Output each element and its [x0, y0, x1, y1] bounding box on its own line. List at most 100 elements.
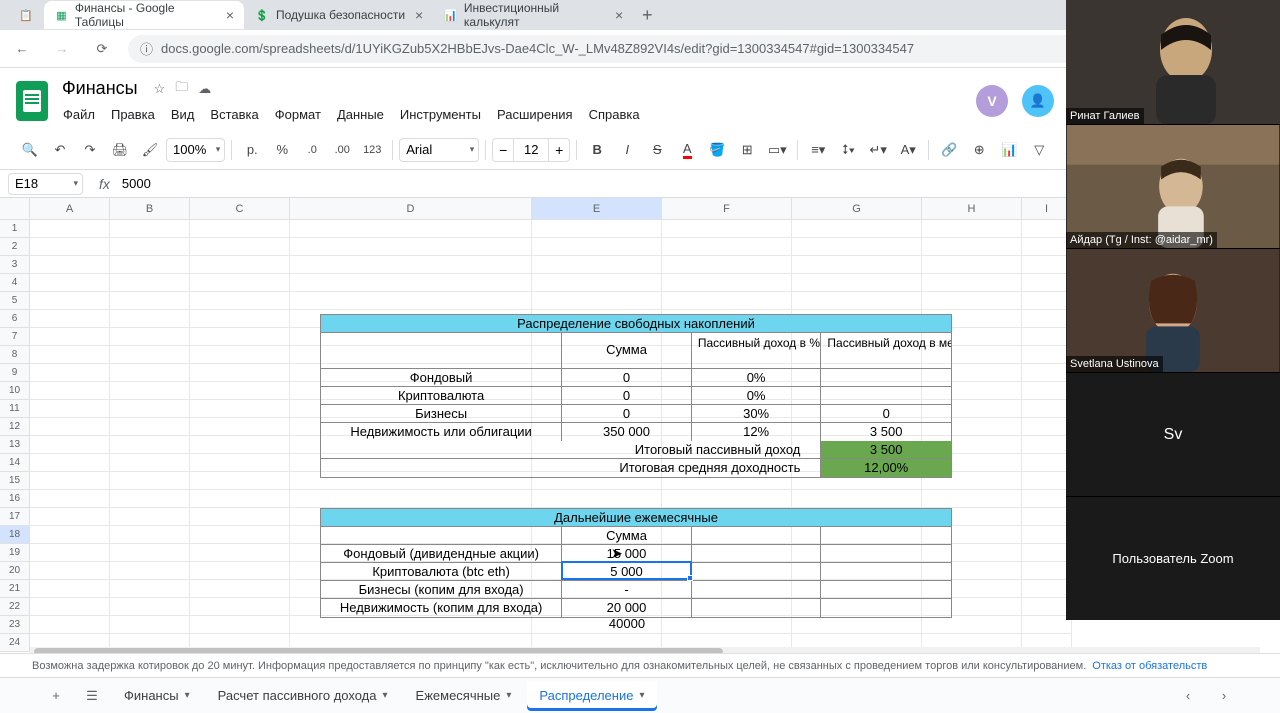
row-header[interactable]: 13 — [0, 436, 30, 454]
browser-tab-2[interactable]: 💲Подушка безопасности× — [244, 1, 433, 29]
row-header[interactable]: 11 — [0, 400, 30, 418]
strikethrough-button[interactable]: S — [643, 136, 671, 164]
back-button[interactable]: ← — [8, 35, 36, 63]
cell[interactable]: 15 000 — [562, 545, 692, 562]
row-header[interactable]: 19 — [0, 544, 30, 562]
video-tile[interactable]: Пользователь Zoom — [1066, 496, 1280, 620]
decrease-decimal-button[interactable]: .0 — [298, 136, 326, 164]
cell[interactable]: - — [562, 581, 692, 598]
forward-button[interactable]: → — [48, 35, 76, 63]
column-header[interactable]: G — [792, 198, 922, 219]
browser-tab-1[interactable]: ▦Финансы - Google Таблицы× — [44, 1, 244, 29]
cell[interactable]: 0 — [562, 405, 692, 422]
rotate-button[interactable]: A▾ — [894, 136, 922, 164]
menu-view[interactable]: Вид — [164, 103, 202, 126]
more-formats-button[interactable]: 123 — [358, 136, 386, 164]
row-header[interactable]: 20 — [0, 562, 30, 580]
currency-button[interactable]: р. — [238, 136, 266, 164]
text-color-button[interactable]: A — [673, 136, 701, 164]
video-tile[interactable]: Svetlana Ustinova — [1066, 248, 1280, 372]
row-header[interactable]: 5 — [0, 292, 30, 310]
row-header[interactable]: 21 — [0, 580, 30, 598]
cell[interactable]: 0 — [562, 369, 692, 386]
column-header[interactable]: A — [30, 198, 110, 219]
select-all-corner[interactable] — [0, 198, 30, 219]
row-header[interactable]: 7 — [0, 328, 30, 346]
disclaimer-link[interactable]: Отказ от обязательств — [1092, 660, 1207, 672]
menu-help[interactable]: Справка — [582, 103, 647, 126]
column-header[interactable]: E — [532, 198, 662, 219]
cloud-icon[interactable]: ☁ — [198, 81, 211, 97]
new-tab-button[interactable]: + — [633, 1, 661, 29]
font-size-input[interactable] — [514, 138, 548, 162]
row-header[interactable]: 17 — [0, 508, 30, 526]
link-button[interactable]: 🔗 — [935, 136, 963, 164]
close-icon[interactable]: × — [226, 7, 234, 23]
column-header[interactable]: H — [922, 198, 1022, 219]
font-size-increase[interactable]: + — [548, 138, 570, 162]
menu-format[interactable]: Формат — [268, 103, 328, 126]
menu-insert[interactable]: Вставка — [203, 103, 265, 126]
cell[interactable]: 0 — [821, 405, 951, 422]
bold-button[interactable]: B — [583, 136, 611, 164]
reload-button[interactable]: ⟳ — [88, 35, 116, 63]
valign-button[interactable]: ⭥▾ — [834, 136, 862, 164]
menu-edit[interactable]: Правка — [104, 103, 162, 126]
row-header[interactable]: 22 — [0, 598, 30, 616]
cell[interactable] — [821, 369, 951, 386]
name-box[interactable]: E18 — [8, 173, 83, 195]
row-header[interactable]: 16 — [0, 490, 30, 508]
redo-button[interactable]: ↷ — [76, 136, 104, 164]
cell[interactable]: 3 500 — [821, 423, 951, 441]
sheet-tab[interactable]: Распределение▾ — [527, 681, 656, 711]
cell[interactable]: 0% — [692, 369, 822, 386]
cell[interactable] — [821, 387, 951, 404]
row-header[interactable]: 23 — [0, 616, 30, 634]
collaborator-avatar[interactable]: V — [976, 85, 1008, 117]
column-header[interactable]: B — [110, 198, 190, 219]
site-info-icon[interactable]: ⓘ — [140, 39, 153, 58]
fill-color-button[interactable]: 🪣 — [703, 136, 731, 164]
menu-extensions[interactable]: Расширения — [490, 103, 580, 126]
increase-decimal-button[interactable]: .00 — [328, 136, 356, 164]
cell[interactable]: 5 000 — [562, 563, 692, 580]
cell[interactable]: 20 000 — [562, 599, 692, 617]
move-icon[interactable]: 🗀 — [175, 78, 188, 100]
merge-button[interactable]: ▭▾ — [763, 136, 791, 164]
all-sheets-button[interactable]: ☰ — [76, 680, 108, 712]
row-header[interactable]: 12 — [0, 418, 30, 436]
sheet-tab[interactable]: Финансы▾ — [112, 681, 202, 711]
wrap-button[interactable]: ↵▾ — [864, 136, 892, 164]
row-header[interactable]: 8 — [0, 346, 30, 364]
star-icon[interactable]: ☆ — [154, 81, 166, 97]
scroll-left-icon[interactable]: ‹ — [1172, 680, 1204, 712]
align-button[interactable]: ≡▾ — [804, 136, 832, 164]
row-header[interactable]: 4 — [0, 274, 30, 292]
row-header[interactable]: 15 — [0, 472, 30, 490]
column-header[interactable]: I — [1022, 198, 1072, 219]
column-header[interactable]: D — [290, 198, 532, 219]
column-header[interactable]: F — [662, 198, 792, 219]
column-header[interactable]: C — [190, 198, 290, 219]
row-header[interactable]: 6 — [0, 310, 30, 328]
menu-file[interactable]: Файл — [56, 103, 102, 126]
add-sheet-button[interactable]: + — [40, 680, 72, 712]
sheet-tab[interactable]: Расчет пассивного дохода▾ — [206, 681, 400, 711]
menu-data[interactable]: Данные — [330, 103, 391, 126]
close-icon[interactable]: × — [415, 7, 423, 23]
chart-button[interactable]: 📊 — [995, 136, 1023, 164]
collaborator-avatar[interactable]: 👤 — [1022, 85, 1054, 117]
doc-title[interactable]: Финансы — [56, 76, 144, 101]
italic-button[interactable]: I — [613, 136, 641, 164]
comment-button[interactable]: ⊕ — [965, 136, 993, 164]
print-button[interactable]: 🖨 — [106, 136, 134, 164]
sheets-logo-icon[interactable] — [16, 81, 48, 121]
close-icon[interactable]: × — [615, 7, 623, 23]
cell[interactable]: 0 — [562, 387, 692, 404]
browser-tab-0[interactable]: 📋 — [8, 1, 44, 29]
browser-tab-3[interactable]: 📊Инвестиционный калькулят× — [433, 1, 633, 29]
cell[interactable]: 0% — [692, 387, 822, 404]
sheet-tab[interactable]: Ежемесячные▾ — [404, 681, 524, 711]
row-header[interactable]: 10 — [0, 382, 30, 400]
video-tile[interactable]: Ринат Галиев — [1066, 0, 1280, 124]
